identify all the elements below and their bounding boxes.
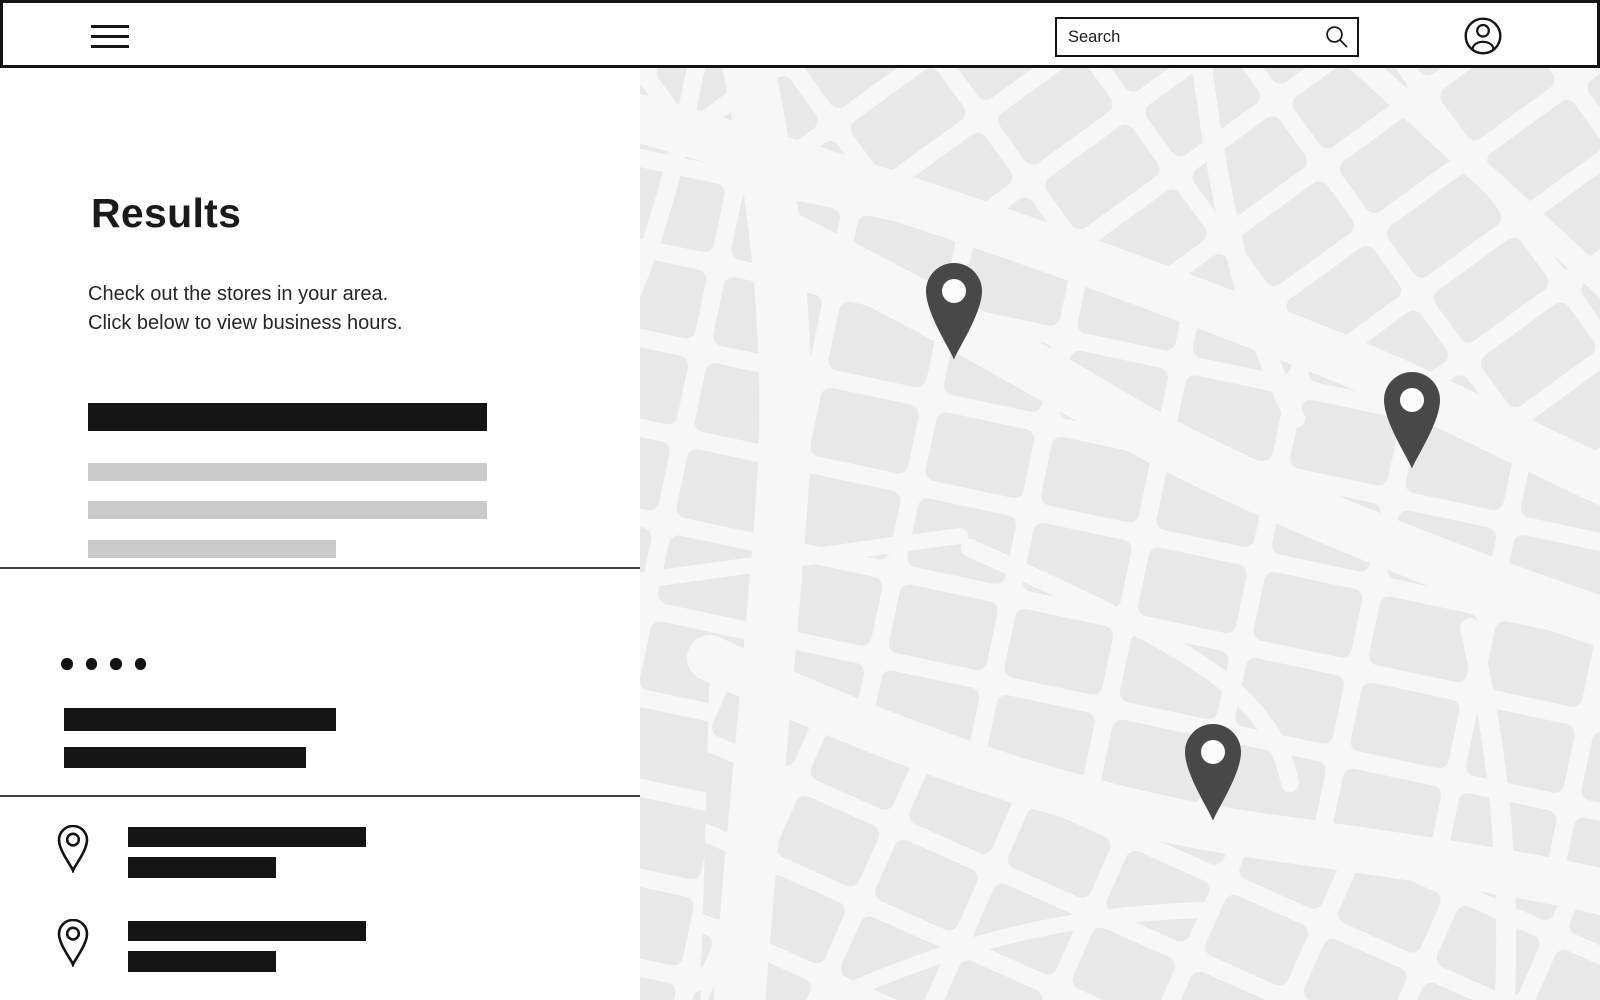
skeleton-store-info-bar [128, 857, 276, 878]
search-box [1055, 17, 1359, 57]
skeleton-store-name-bar [64, 708, 336, 731]
pagination-dot[interactable] [110, 658, 122, 670]
section-divider [0, 795, 640, 797]
results-description: Check out the stores in your area. Click… [88, 280, 403, 337]
search-icon[interactable] [1324, 24, 1350, 50]
location-pin-icon [56, 825, 90, 873]
pagination-dot[interactable] [61, 658, 73, 670]
description-line-1: Check out the stores in your area. [88, 283, 388, 305]
pagination-dot[interactable] [135, 658, 147, 670]
map[interactable] [640, 68, 1600, 1000]
section-divider [0, 567, 640, 569]
menu-icon [91, 25, 129, 28]
map-pin-store-1[interactable] [922, 261, 986, 360]
skeleton-store-name-bar [128, 827, 366, 847]
user-profile-button[interactable] [1461, 14, 1505, 58]
location-pin-icon [56, 919, 90, 967]
city-map-graphic [640, 68, 1600, 1000]
menu-icon [91, 35, 129, 38]
hamburger-menu-button[interactable] [91, 23, 129, 49]
skeleton-text-line [88, 540, 336, 558]
skeleton-store-info-bar [64, 747, 306, 768]
description-line-2: Click below to view business hours. [88, 312, 403, 334]
skeleton-store-name-bar [128, 921, 366, 941]
page-title: Results [91, 190, 241, 236]
store-locator-screen: Results Check out the stores in your are… [0, 0, 1600, 1000]
results-panel: Results Check out the stores in your are… [0, 68, 640, 1000]
menu-icon [91, 45, 129, 48]
skeleton-text-line [88, 501, 487, 519]
top-navigation-bar [0, 0, 1600, 68]
skeleton-text-line [88, 463, 487, 481]
skeleton-store-info-bar [128, 951, 276, 972]
pagination-dot[interactable] [86, 658, 98, 670]
map-pin-store-3[interactable] [1181, 722, 1245, 821]
user-icon [1461, 14, 1505, 58]
pagination-dots [61, 658, 146, 670]
skeleton-title-bar [88, 403, 487, 431]
map-pin-store-2[interactable] [1380, 370, 1444, 469]
search-input[interactable] [1057, 28, 1324, 47]
